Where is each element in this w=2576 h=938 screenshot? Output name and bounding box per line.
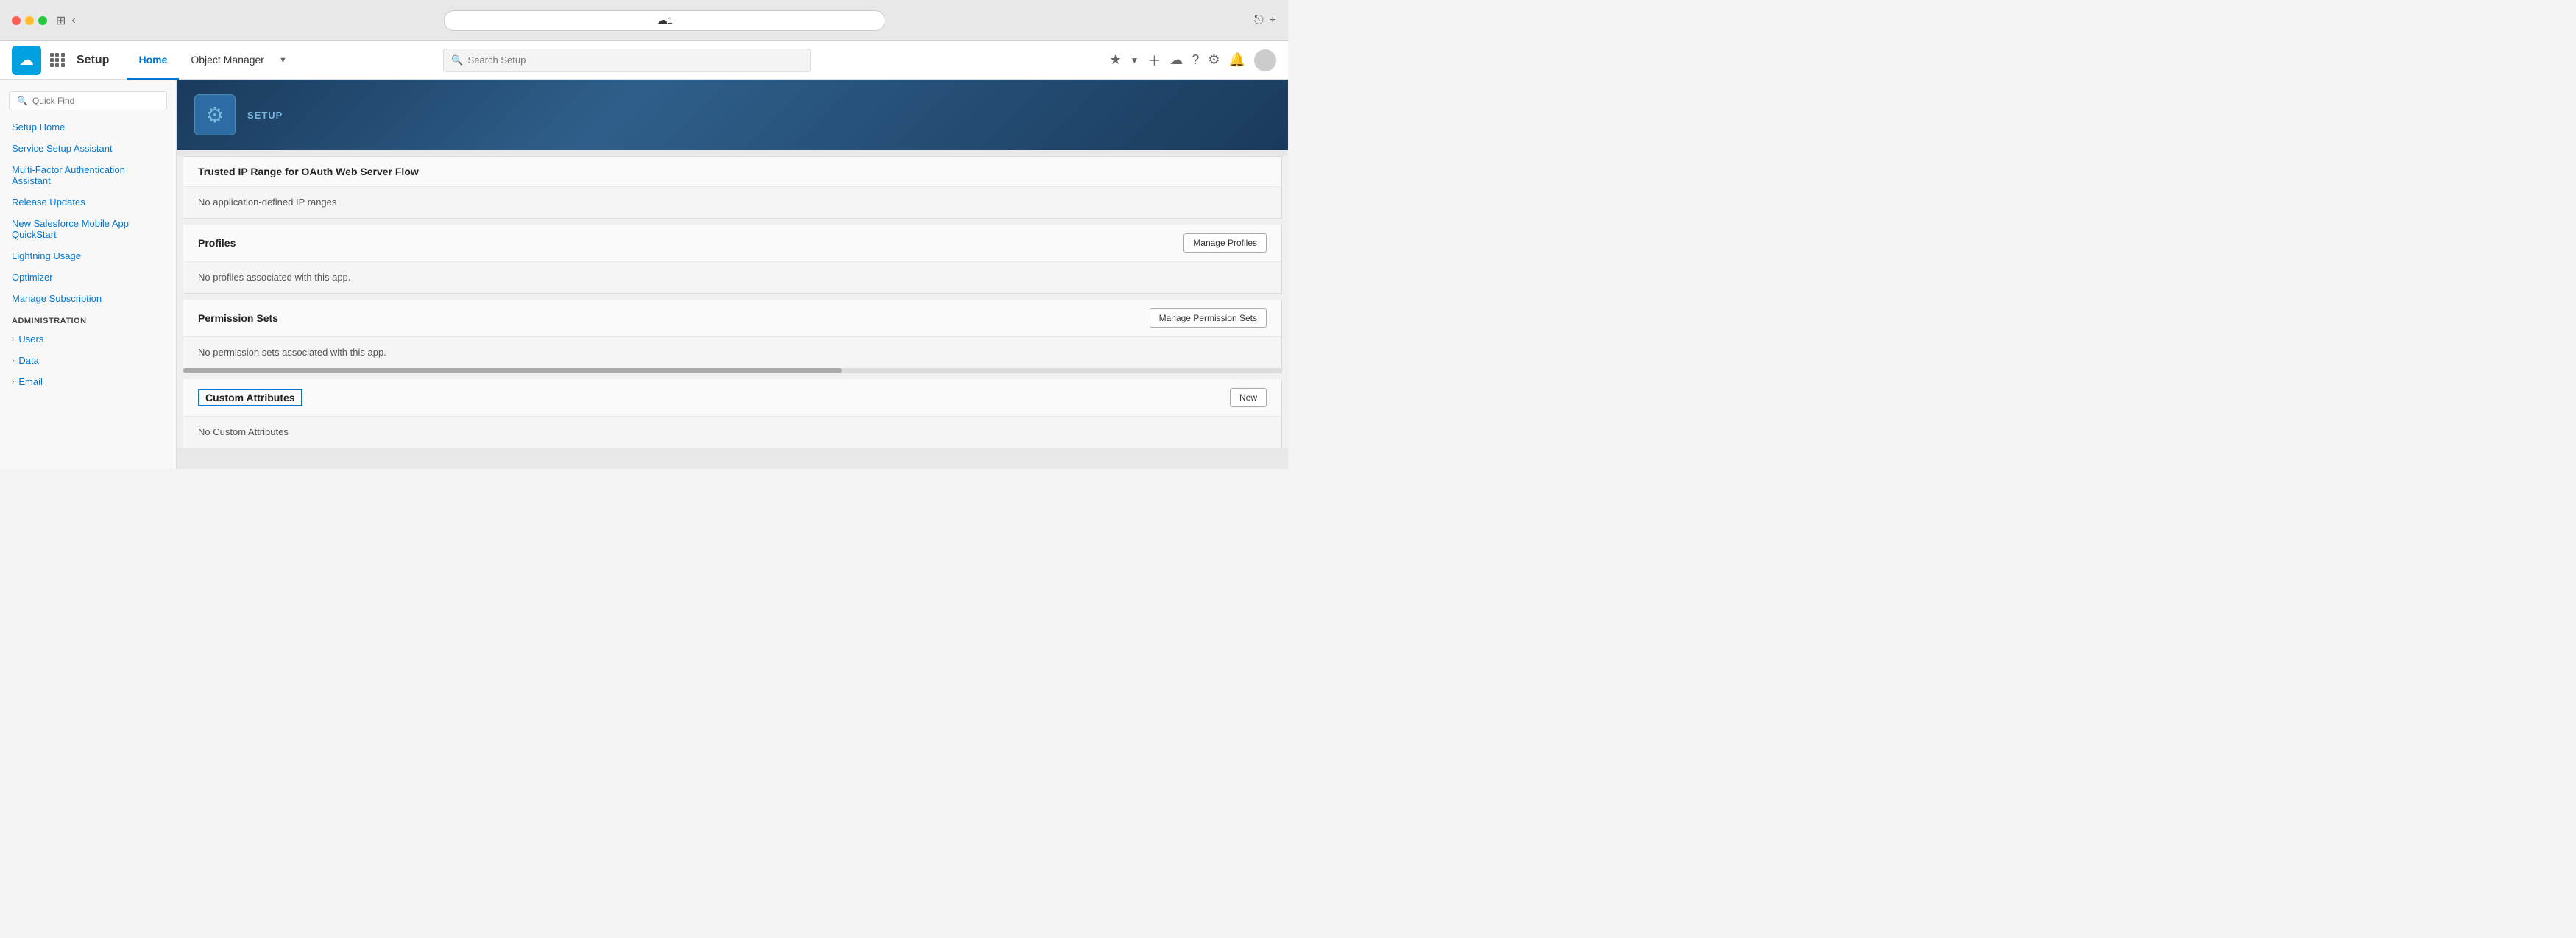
sidebar-item-mobile-quickstart[interactable]: New Salesforce Mobile App QuickStart <box>0 213 176 245</box>
permission-sets-body: No permission sets associated with this … <box>183 337 1281 368</box>
trusted-ip-section: Trusted IP Range for OAuth Web Server Fl… <box>183 156 1282 219</box>
add-icon[interactable]: ＋ <box>1147 51 1161 70</box>
minimize-button[interactable] <box>25 16 34 25</box>
main-layout: 🔍 Setup Home Service Setup Assistant Mul… <box>0 80 1288 469</box>
manage-permission-sets-button[interactable]: Manage Permission Sets <box>1150 308 1267 328</box>
content-sections: Trusted IP Range for OAuth Web Server Fl… <box>177 156 1288 448</box>
help-icon[interactable]: ? <box>1192 52 1199 68</box>
content-area: ⚙ SETUP Trusted IP Range for OAuth Web S… <box>177 80 1288 469</box>
sidebar-item-data[interactable]: › Data <box>0 350 176 371</box>
setup-icon-box: ⚙ <box>194 94 236 135</box>
sidebar-item-mfa-assistant[interactable]: Multi-Factor Authentication Assistant <box>0 159 176 191</box>
tab-home[interactable]: Home <box>127 41 179 80</box>
sidebar-toggle-icon[interactable]: ⊞ <box>56 13 66 28</box>
setup-gear-icon: ⚙ <box>205 103 224 127</box>
custom-attributes-title: Custom Attributes <box>198 389 302 406</box>
global-search-input[interactable] <box>468 54 804 66</box>
profiles-header: Profiles Manage Profiles <box>183 225 1281 262</box>
custom-attributes-body: No Custom Attributes <box>183 417 1281 448</box>
browser-actions: ⎋ + <box>1254 14 1276 27</box>
tab-dropdown-icon[interactable]: ▼ <box>276 41 290 80</box>
share-icon[interactable]: ⎋ <box>1254 14 1264 27</box>
sf-header: ☁ Setup Home Object Manager ▼ 🔍 ★ ▼ ＋ ☁ … <box>0 41 1288 80</box>
trusted-ip-body: No application-defined IP ranges <box>183 187 1281 218</box>
permission-sets-title: Permission Sets <box>198 312 278 324</box>
sidebar-item-users[interactable]: › Users <box>0 328 176 350</box>
maximize-button[interactable] <box>38 16 47 25</box>
trusted-ip-header: Trusted IP Range for OAuth Web Server Fl… <box>183 157 1281 187</box>
sidebar-search-box[interactable]: 🔍 <box>9 91 167 110</box>
admin-section-header: ADMINISTRATION <box>0 309 176 328</box>
sidebar-quick-find-input[interactable] <box>32 96 159 106</box>
new-custom-attribute-button[interactable]: New <box>1230 388 1267 407</box>
sidebar-item-service-setup-assistant[interactable]: Service Setup Assistant <box>0 138 176 159</box>
custom-attributes-section: Custom Attributes New No Custom Attribut… <box>183 379 1282 448</box>
custom-attributes-header: Custom Attributes New <box>183 379 1281 417</box>
sidebar-item-setup-home[interactable]: Setup Home <box>0 116 176 138</box>
sidebar-item-optimizer[interactable]: Optimizer <box>0 267 176 288</box>
sidebar: 🔍 Setup Home Service Setup Assistant Mul… <box>0 80 177 469</box>
sidebar-search-container: 🔍 <box>0 85 176 116</box>
profiles-title: Profiles <box>198 237 236 249</box>
global-search-bar[interactable]: 🔍 <box>443 49 811 72</box>
back-icon[interactable]: ‹ <box>71 14 75 27</box>
sf-logo[interactable]: ☁ <box>12 46 41 75</box>
trusted-ip-title: Trusted IP Range for OAuth Web Server Fl… <box>198 166 419 177</box>
sidebar-item-data-label: Data <box>18 355 38 366</box>
profiles-body: No profiles associated with this app. <box>183 262 1281 293</box>
trusted-ip-text: No application-defined IP ranges <box>198 197 336 208</box>
salesforce-cloud-icon: ☁ <box>19 51 34 69</box>
sidebar-item-users-label: Users <box>18 334 43 345</box>
user-avatar[interactable] <box>1254 49 1276 71</box>
traffic-lights <box>12 16 47 25</box>
dropdown-icon[interactable]: ▼ <box>1130 55 1139 66</box>
sidebar-search-icon: 🔍 <box>17 96 28 106</box>
favorites-icon[interactable]: ★ <box>1109 52 1121 68</box>
search-icon: 🔍 <box>451 54 463 66</box>
close-button[interactable] <box>12 16 21 25</box>
app-launcher-icon[interactable] <box>50 53 65 67</box>
sidebar-item-email[interactable]: › Email <box>0 371 176 392</box>
nav-tabs: Home Object Manager ▼ <box>127 41 289 80</box>
cloud-connect-icon[interactable]: ☁ <box>1170 52 1183 68</box>
users-chevron-icon: › <box>12 335 14 343</box>
permission-sets-scroll <box>183 368 1281 373</box>
address-bar[interactable]: ☁ 1 <box>444 10 885 31</box>
sidebar-item-email-label: Email <box>18 376 43 387</box>
tab-object-manager[interactable]: Object Manager <box>179 41 276 80</box>
bell-icon[interactable]: 🔔 <box>1229 52 1245 68</box>
sidebar-item-lightning-usage[interactable]: Lightning Usage <box>0 245 176 267</box>
sf-favicon: ☁ <box>657 14 668 27</box>
settings-icon[interactable]: ⚙ <box>1208 52 1220 68</box>
app-title: Setup <box>77 54 109 67</box>
header-icons: ★ ▼ ＋ ☁ ? ⚙ 🔔 <box>1109 49 1276 71</box>
sidebar-item-release-updates[interactable]: Release Updates <box>0 191 176 213</box>
email-chevron-icon: › <box>12 378 14 386</box>
permission-sets-section: Permission Sets Manage Permission Sets N… <box>183 300 1282 373</box>
setup-banner-label: SETUP <box>247 110 283 121</box>
data-chevron-icon: › <box>12 356 14 364</box>
profiles-text: No profiles associated with this app. <box>198 272 350 283</box>
browser-chrome: ⊞ ‹ ☁ 1 ⎋ + <box>0 0 1288 41</box>
browser-controls: ⊞ ‹ <box>56 13 76 28</box>
manage-profiles-button[interactable]: Manage Profiles <box>1183 233 1267 253</box>
setup-banner: ⚙ SETUP <box>177 80 1288 150</box>
custom-attributes-text: No Custom Attributes <box>198 426 289 437</box>
permission-sets-text: No permission sets associated with this … <box>198 347 386 358</box>
profiles-section: Profiles Manage Profiles No profiles ass… <box>183 225 1282 294</box>
new-tab-icon[interactable]: + <box>1270 14 1276 27</box>
permission-sets-header: Permission Sets Manage Permission Sets <box>183 300 1281 337</box>
address-text: 1 <box>668 15 673 26</box>
sidebar-item-manage-subscription[interactable]: Manage Subscription <box>0 288 176 309</box>
